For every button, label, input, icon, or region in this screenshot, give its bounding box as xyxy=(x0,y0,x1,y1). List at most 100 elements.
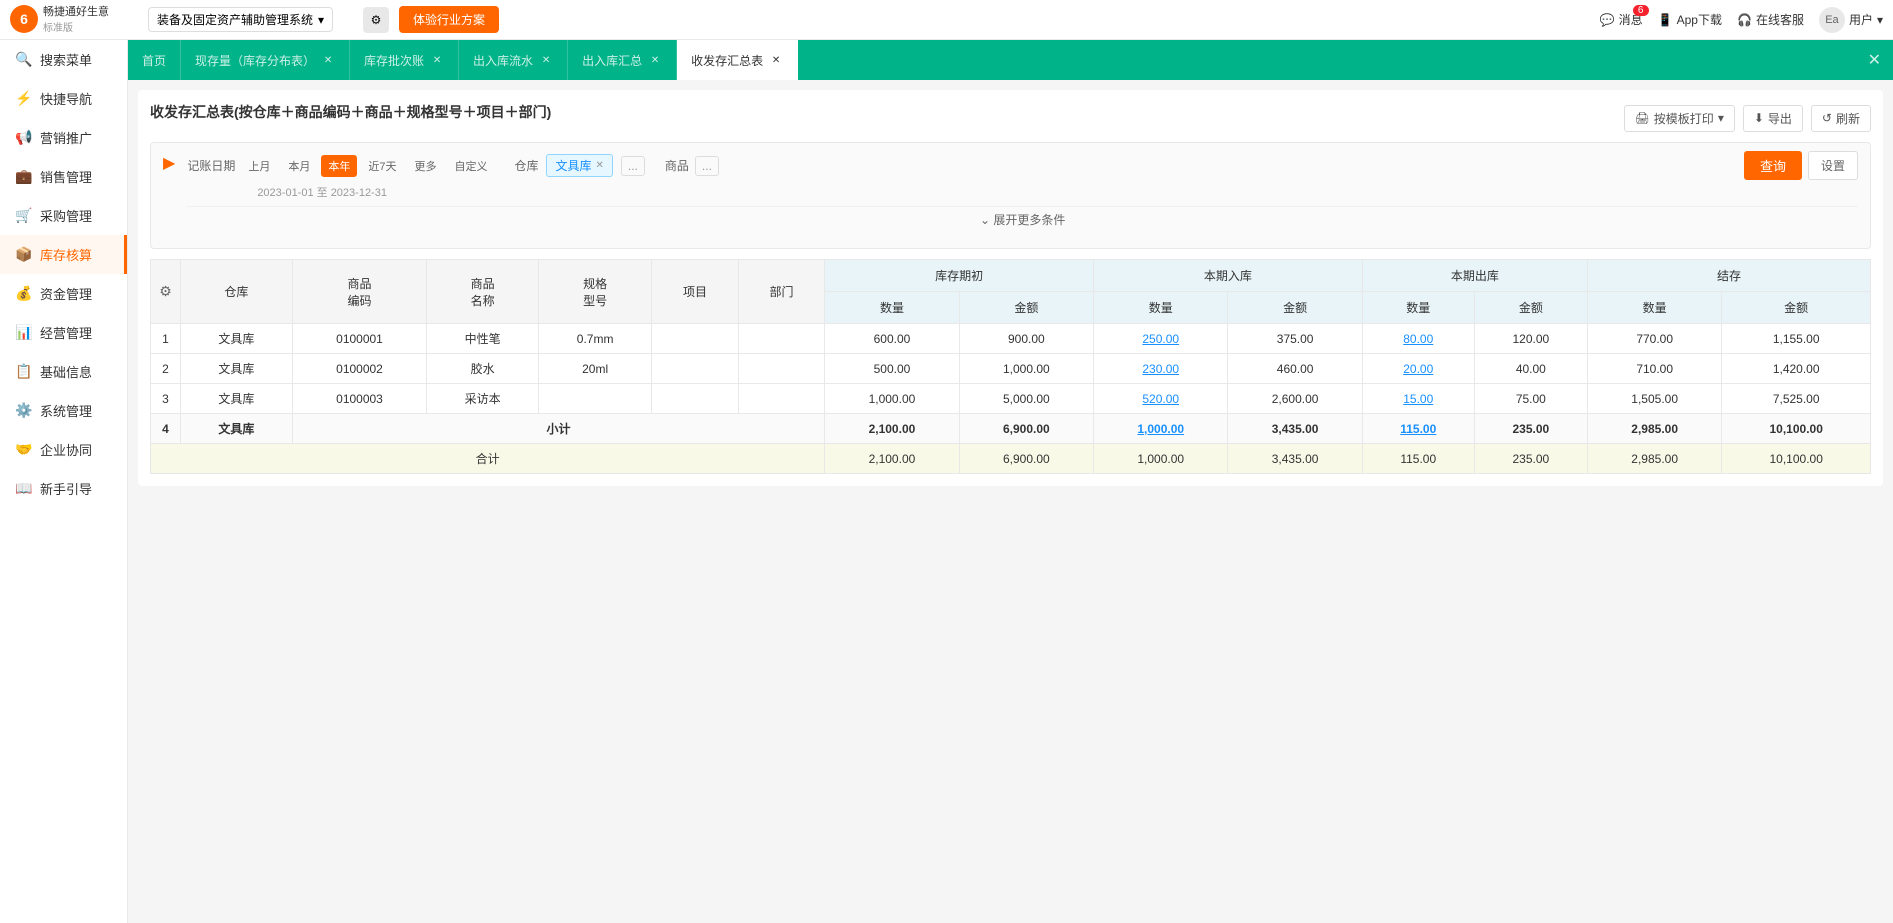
mobile-icon: 📱 xyxy=(1658,13,1673,27)
tab-inventory-dist[interactable]: 现存量（库存分布表） ✕ xyxy=(181,40,350,80)
tab-receive-summary[interactable]: 收发存汇总表 ✕ xyxy=(677,40,798,80)
tab-close-receive-summary[interactable]: ✕ xyxy=(769,53,783,67)
tab-bar: 首页 现存量（库存分布表） ✕ 库存批次账 ✕ 出入库流水 ✕ 出入库汇总 ✕ … xyxy=(128,40,1893,80)
date-btn-more[interactable]: 更多 xyxy=(407,155,443,177)
query-button[interactable]: 查询 xyxy=(1744,151,1802,180)
row-in-qty[interactable]: 250.00 xyxy=(1094,324,1228,354)
settings-button[interactable]: 设置 xyxy=(1808,151,1858,180)
th-bal-amt: 金额 xyxy=(1722,292,1871,324)
sidebar-item-operations[interactable]: 📊 经营管理 xyxy=(0,313,127,352)
row-bal-qty: 710.00 xyxy=(1587,354,1721,384)
system-selector[interactable]: 装备及固定资产辅助管理系统 ▾ xyxy=(148,7,333,32)
date-btn-thisyear[interactable]: 本年 xyxy=(321,155,357,177)
th-opening-group: 库存期初 xyxy=(825,260,1094,292)
tab-close-inout-flow[interactable]: ✕ xyxy=(539,53,553,67)
sidebar-item-quicknav[interactable]: ⚡ 快捷导航 xyxy=(0,79,127,118)
sidebar-item-basic-info[interactable]: 📋 基础信息 xyxy=(0,352,127,391)
refresh-button[interactable]: ↺ 刷新 xyxy=(1811,105,1871,132)
date-btn-7days[interactable]: 近7天 xyxy=(361,155,403,177)
tab-home[interactable]: 首页 xyxy=(128,40,181,80)
th-sku-code: 商品编码 xyxy=(292,260,426,324)
subtotal-in-qty: 1,000.00 xyxy=(1094,414,1228,444)
tab-close-batch[interactable]: ✕ xyxy=(430,53,444,67)
tab-close-inout-summary[interactable]: ✕ xyxy=(648,53,662,67)
th-out-amt: 金额 xyxy=(1474,292,1587,324)
print-button[interactable]: 🖨 按模板打印 ▾ xyxy=(1624,105,1735,132)
date-btn-thismonth[interactable]: 本月 xyxy=(281,155,317,177)
page-header: 收发存汇总表(按仓库＋商品编码＋商品＋规格型号＋项目＋部门) 🖨 按模板打印 ▾… xyxy=(150,102,1871,134)
subtotal-row: 4 文具库 小计 2,100.00 6,900.00 1,000.00 3,43… xyxy=(151,414,1871,444)
row-out-qty[interactable]: 20.00 xyxy=(1362,354,1474,384)
table-header-row1: ⚙ 仓库 商品编码 商品名称 规格型号 项目 部门 库存期初 本期入库 本期出 xyxy=(151,260,1871,292)
row-goods-name: 采访本 xyxy=(427,384,539,414)
tab-inout-summary[interactable]: 出入库汇总 ✕ xyxy=(568,40,677,80)
row-bal-qty: 1,505.00 xyxy=(1587,384,1721,414)
system-name: 装备及固定资产辅助管理系统 xyxy=(157,11,313,28)
sidebar-item-finance[interactable]: 💰 资金管理 xyxy=(0,274,127,313)
sidebar-item-purchase[interactable]: 🛒 采购管理 xyxy=(0,196,127,235)
row-in-qty[interactable]: 230.00 xyxy=(1094,354,1228,384)
sidebar: 🔍 搜索菜单 ⚡ 快捷导航 📢 营销推广 💼 销售管理 🛒 采购管理 📦 库存核… xyxy=(0,40,128,923)
warehouse-tag: 文具库 ✕ xyxy=(546,154,612,177)
warehouse-tag-close[interactable]: ✕ xyxy=(595,160,603,171)
th-out-qty: 数量 xyxy=(1362,292,1474,324)
expand-more-arrow: ⌄ xyxy=(980,213,990,227)
settings-gear-icon[interactable]: ⚙ xyxy=(363,7,389,33)
row-open-qty: 1,000.00 xyxy=(825,384,959,414)
filter-row1: 记账日期 上月 本月 本年 近7天 更多 自定义 xyxy=(187,151,1858,180)
row-sku-code: 0100002 xyxy=(292,354,426,384)
sidebar-item-marketing[interactable]: 📢 营销推广 xyxy=(0,118,127,157)
user-item[interactable]: Ea 用户 ▾ xyxy=(1819,7,1883,33)
sidebar-label-purchase: 采购管理 xyxy=(40,206,92,225)
search-icon: 🔍 xyxy=(16,52,32,68)
purchase-icon: 🛒 xyxy=(16,208,32,224)
row-in-qty[interactable]: 520.00 xyxy=(1094,384,1228,414)
filter-expand-arrow[interactable]: ▶ xyxy=(163,153,175,173)
row-out-qty[interactable]: 15.00 xyxy=(1362,384,1474,414)
date-btn-lastmonth[interactable]: 上月 xyxy=(241,155,277,177)
trial-button[interactable]: 体验行业方案 xyxy=(399,6,499,33)
marketing-icon: 📢 xyxy=(16,130,32,146)
export-button[interactable]: ⬇ 导出 xyxy=(1743,105,1803,132)
user-avatar: Ea xyxy=(1819,7,1845,33)
message-item[interactable]: 💬 消息 6 xyxy=(1600,11,1643,28)
sidebar-item-sales[interactable]: 💼 销售管理 xyxy=(0,157,127,196)
subtotal-bal-amt: 10,100.00 xyxy=(1722,414,1871,444)
tab-home-label: 首页 xyxy=(142,52,166,69)
th-bal-qty: 数量 xyxy=(1587,292,1721,324)
row-department xyxy=(738,324,825,354)
tab-bar-close-btn[interactable]: ✕ xyxy=(1856,50,1893,70)
total-bal-amt: 10,100.00 xyxy=(1722,444,1871,474)
filter-bar: ▶ 记账日期 上月 本月 本年 近7天 xyxy=(150,142,1871,249)
sidebar-item-guide[interactable]: 📖 新手引导 xyxy=(0,469,127,508)
sidebar-item-search[interactable]: 🔍 搜索菜单 xyxy=(0,40,127,79)
total-out-qty: 115.00 xyxy=(1362,444,1474,474)
sidebar-item-inventory[interactable]: 📦 库存核算 xyxy=(0,235,127,274)
tab-inout-flow[interactable]: 出入库流水 ✕ xyxy=(459,40,568,80)
total-in-qty: 1,000.00 xyxy=(1094,444,1228,474)
row-department xyxy=(738,384,825,414)
online-service-item[interactable]: 🎧 在线客服 xyxy=(1737,11,1804,28)
tab-close-inventory-dist[interactable]: ✕ xyxy=(321,53,335,67)
tab-batch[interactable]: 库存批次账 ✕ xyxy=(350,40,459,80)
expand-more-btn[interactable]: ⌄ 展开更多条件 xyxy=(187,206,1858,232)
subtotal-in-amt: 3,435.00 xyxy=(1228,414,1362,444)
goods-more-btn[interactable]: ... xyxy=(695,156,719,176)
sidebar-item-system[interactable]: ⚙️ 系统管理 xyxy=(0,391,127,430)
message-icon: 💬 xyxy=(1600,13,1615,27)
row-out-qty[interactable]: 80.00 xyxy=(1362,324,1474,354)
row-warehouse: 文具库 xyxy=(181,324,293,354)
message-badge: 6 xyxy=(1633,5,1649,16)
app-download-item[interactable]: 📱 App下载 xyxy=(1658,11,1722,28)
export-label: 导出 xyxy=(1768,110,1792,127)
table-gear-icon[interactable]: ⚙ xyxy=(159,283,172,299)
date-btn-custom[interactable]: 自定义 xyxy=(447,155,494,177)
sidebar-item-collab[interactable]: 🤝 企业协同 xyxy=(0,430,127,469)
warehouse-filter-label: 仓库 xyxy=(514,157,538,174)
printer-icon: 🖨 xyxy=(1635,111,1650,125)
logo-line2: 标准版 xyxy=(43,19,109,34)
logo-text-group: 畅捷通好生意 标准版 xyxy=(43,5,109,34)
warehouse-more-btn[interactable]: ... xyxy=(621,156,645,176)
row-spec: 0.7mm xyxy=(539,324,652,354)
row-spec xyxy=(539,384,652,414)
